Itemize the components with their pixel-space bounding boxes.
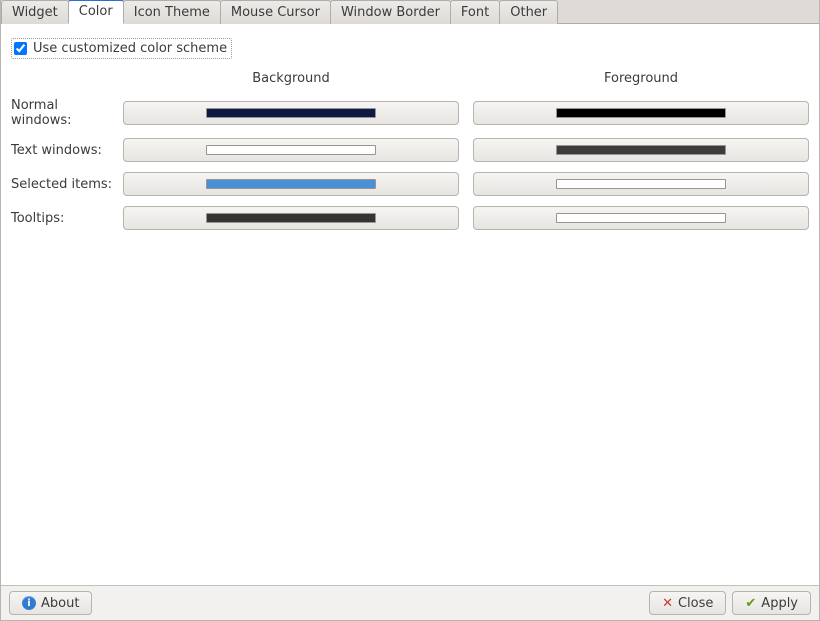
apply-button[interactable]: ✔ Apply [732,591,811,615]
tab-widget[interactable]: Widget [1,0,69,24]
normal-windows-foreground-button[interactable] [473,101,809,125]
text-windows-foreground-button[interactable] [473,138,809,162]
tooltips-foreground-swatch [556,213,726,223]
selected-items-foreground-button[interactable] [473,172,809,196]
tab-other[interactable]: Other [499,0,558,24]
apply-button-label: Apply [761,596,798,611]
row-label-selected-items: Selected items: [11,177,123,192]
normal-windows-background-button[interactable] [123,101,459,125]
about-button[interactable]: i About [9,591,92,615]
color-panel: Use customized color scheme Background F… [1,24,819,586]
text-windows-foreground-swatch [556,145,726,155]
use-custom-color-scheme-checkbox[interactable]: Use customized color scheme [11,38,232,59]
row-label-text-windows: Text windows: [11,143,123,158]
text-windows-background-swatch [206,145,376,155]
tab-color[interactable]: Color [68,0,124,24]
column-header-foreground: Foreground [473,71,809,88]
tab-icon-theme[interactable]: Icon Theme [123,0,221,24]
text-windows-background-button[interactable] [123,138,459,162]
tooltips-background-button[interactable] [123,206,459,230]
color-grid: Background Foreground Normal windows: Te… [11,71,809,230]
info-icon: i [22,596,36,610]
selected-items-foreground-swatch [556,179,726,189]
normal-windows-foreground-swatch [556,108,726,118]
normal-windows-background-swatch [206,108,376,118]
selected-items-background-swatch [206,179,376,189]
tooltips-background-swatch [206,213,376,223]
close-button-label: Close [678,596,713,611]
tab-strip: Widget Color Icon Theme Mouse Cursor Win… [1,0,819,24]
column-header-background: Background [123,71,459,88]
use-custom-color-scheme-input[interactable] [14,42,27,55]
bottom-bar: i About ✕ Close ✔ Apply [1,586,819,620]
about-button-label: About [41,596,79,611]
appearance-settings-window: Widget Color Icon Theme Mouse Cursor Win… [0,0,820,621]
tab-mouse-cursor[interactable]: Mouse Cursor [220,0,331,24]
selected-items-background-button[interactable] [123,172,459,196]
check-icon: ✔ [745,597,756,610]
use-custom-color-scheme-label: Use customized color scheme [33,41,227,56]
close-button[interactable]: ✕ Close [649,591,726,615]
tab-window-border[interactable]: Window Border [330,0,451,24]
row-label-normal-windows: Normal windows: [11,98,123,128]
close-icon: ✕ [662,597,673,610]
tab-font[interactable]: Font [450,0,500,24]
tooltips-foreground-button[interactable] [473,206,809,230]
row-label-tooltips: Tooltips: [11,211,123,226]
